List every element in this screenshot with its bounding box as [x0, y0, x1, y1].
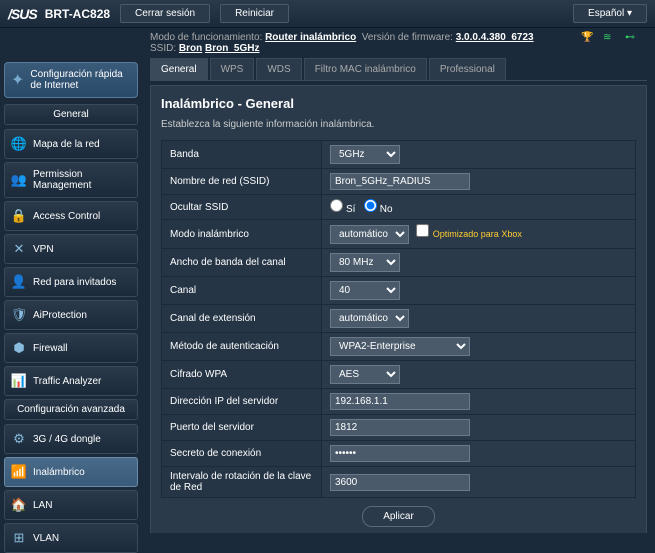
- panel-desc: Establezca la siguiente información inal…: [161, 119, 636, 130]
- apply-button[interactable]: Aplicar: [362, 506, 435, 527]
- sidebar-item-label: 3G / 4G dongle: [33, 434, 101, 445]
- sidebar-item-label: Access Control: [33, 211, 100, 222]
- quick-setup-button[interactable]: ✦ Configuración rápida de Internet: [4, 62, 138, 98]
- permission-icon: 👥: [11, 172, 27, 188]
- info-bar: 🏆 ≋ ⊷ Modo de funcionamiento: Router ina…: [0, 28, 655, 58]
- ssid-input[interactable]: [330, 173, 470, 190]
- guest-icon: 👤: [11, 274, 27, 290]
- sidebar-item-lan[interactable]: 🏠 LAN: [4, 490, 138, 520]
- sidebar-item-label: AiProtection: [33, 310, 87, 321]
- auth-select[interactable]: WPA2-Enterprise: [330, 337, 470, 356]
- sidebar-item-label: VPN: [33, 244, 54, 255]
- reboot-button[interactable]: Reiniciar: [220, 4, 289, 23]
- usb-icon[interactable]: ⊷: [625, 32, 639, 46]
- wireless-icon: 📶: [11, 464, 27, 480]
- dongle-icon: ⚙: [11, 431, 27, 447]
- vlan-icon: ⊞: [11, 530, 27, 546]
- tab-professional[interactable]: Professional: [429, 58, 506, 80]
- form-table: Banda5GHz Nombre de red (SSID) Ocultar S…: [161, 140, 636, 498]
- sidebar-item-firewall[interactable]: ⬢ Firewall: [4, 333, 138, 363]
- sidebar: ✦ Configuración rápida de Internet Gener…: [0, 58, 142, 533]
- access-control-icon: 🔒: [11, 208, 27, 224]
- server-port-input[interactable]: [330, 419, 470, 436]
- tab-general[interactable]: General: [150, 58, 208, 80]
- model-name: BRT-AC828: [45, 7, 110, 21]
- top-bar: /SUS BRT-AC828 Cerrar sesión Reiniciar E…: [0, 0, 655, 28]
- settings-panel: Inalámbrico - General Establezca la sigu…: [150, 85, 647, 533]
- wpa-select[interactable]: AES: [330, 365, 400, 384]
- sidebar-item-traffic[interactable]: 📊 Traffic Analyzer: [4, 366, 138, 396]
- ssid2-link[interactable]: Bron_5GHz: [205, 43, 259, 54]
- band-select[interactable]: 5GHz: [330, 145, 400, 164]
- hide-yes-label[interactable]: Sí: [330, 204, 355, 215]
- sidebar-item-label: Permission Management: [33, 169, 131, 191]
- lan-icon: 🏠: [11, 497, 27, 513]
- op-mode-link[interactable]: Router inalámbrico: [265, 32, 356, 43]
- sidebar-item-permission[interactable]: 👥 Permission Management: [4, 162, 138, 198]
- sidebar-head-advanced: Configuración avanzada: [4, 399, 138, 420]
- sidebar-item-guest[interactable]: 👤 Red para invitados: [4, 267, 138, 297]
- ext-channel-select[interactable]: automático: [330, 309, 409, 328]
- traffic-icon: 📊: [11, 373, 27, 389]
- sidebar-item-network-map[interactable]: 🌐 Mapa de la red: [4, 129, 138, 159]
- logout-button[interactable]: Cerrar sesión: [120, 4, 210, 23]
- magic-wand-icon: ✦: [11, 70, 24, 90]
- sidebar-item-label: Firewall: [33, 343, 67, 354]
- secret-input[interactable]: [330, 445, 470, 462]
- panel-title: Inalámbrico - General: [161, 96, 636, 111]
- aiprotection-icon: 🛡: [11, 307, 27, 323]
- language-select[interactable]: Español ▾: [573, 4, 647, 23]
- tab-bar: GeneralWPSWDSFiltro MAC inalámbricoProfe…: [150, 58, 647, 81]
- sidebar-item-label: VLAN: [33, 533, 59, 544]
- sidebar-head-general: General: [4, 104, 138, 125]
- sidebar-item-label: LAN: [33, 500, 52, 511]
- sidebar-item-dongle[interactable]: ⚙ 3G / 4G dongle: [4, 424, 138, 454]
- bandwidth-select[interactable]: 80 MHz: [330, 253, 400, 272]
- server-ip-input[interactable]: [330, 393, 470, 410]
- sidebar-item-aiprotection[interactable]: 🛡 AiProtection: [4, 300, 138, 330]
- ssid1-link[interactable]: Bron: [179, 43, 202, 54]
- sidebar-item-label: Traffic Analyzer: [33, 376, 101, 387]
- mode-select[interactable]: automático: [330, 225, 409, 244]
- tab-wds[interactable]: WDS: [256, 58, 301, 80]
- hide-no-radio[interactable]: [364, 199, 377, 212]
- brand-logo: /SUS: [8, 6, 37, 22]
- sidebar-item-label: Mapa de la red: [33, 139, 100, 150]
- firewall-icon: ⬢: [11, 340, 27, 356]
- content-area: GeneralWPSWDSFiltro MAC inalámbricoProfe…: [142, 58, 655, 533]
- vpn-icon: ✕: [11, 241, 27, 257]
- xbox-checkbox[interactable]: [416, 224, 429, 237]
- hide-yes-radio[interactable]: [330, 199, 343, 212]
- sidebar-item-wireless[interactable]: 📶 Inalámbrico: [4, 457, 138, 487]
- trophy-icon[interactable]: 🏆: [581, 32, 595, 46]
- tab-wps[interactable]: WPS: [210, 58, 255, 80]
- rotate-input[interactable]: [330, 474, 470, 491]
- channel-select[interactable]: 40: [330, 281, 400, 300]
- sidebar-item-vpn[interactable]: ✕ VPN: [4, 234, 138, 264]
- hide-no-label[interactable]: No: [364, 204, 393, 215]
- firmware-link[interactable]: 3.0.0.4.380_6723: [456, 32, 534, 43]
- sidebar-item-label: Inalámbrico: [33, 467, 85, 478]
- tab-filtro-mac-inalámbrico[interactable]: Filtro MAC inalámbrico: [304, 58, 427, 80]
- sidebar-item-vlan[interactable]: ⊞ VLAN: [4, 523, 138, 553]
- wifi-status-icon[interactable]: ≋: [603, 32, 617, 46]
- sidebar-item-label: Red para invitados: [33, 277, 116, 288]
- network-map-icon: 🌐: [11, 136, 27, 152]
- sidebar-item-access-control[interactable]: 🔒 Access Control: [4, 201, 138, 231]
